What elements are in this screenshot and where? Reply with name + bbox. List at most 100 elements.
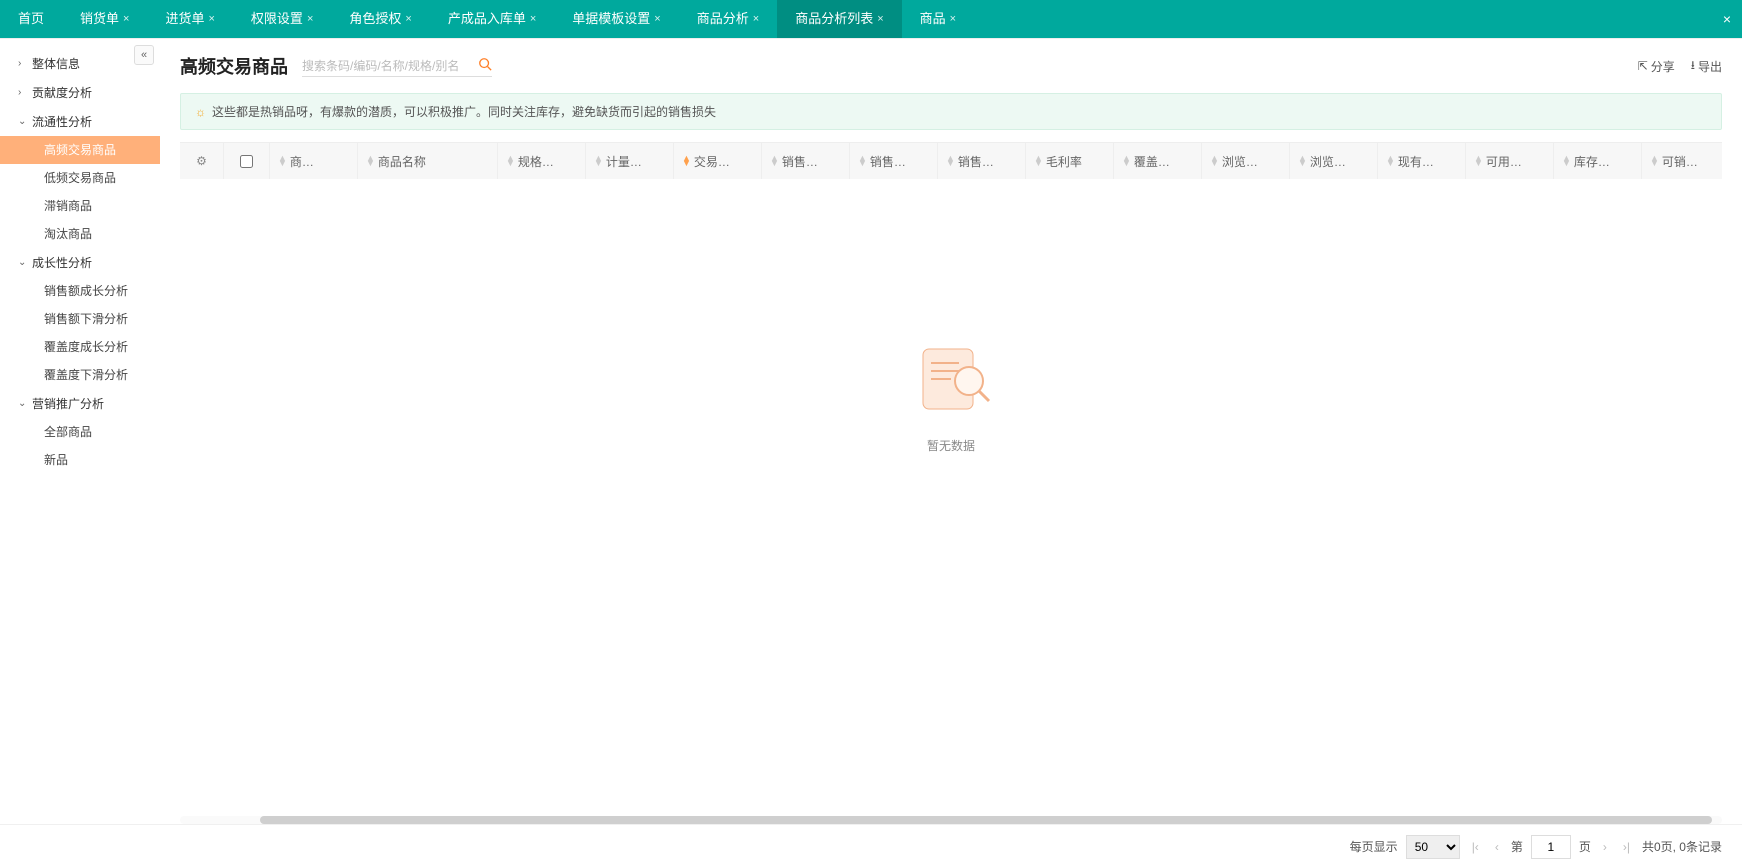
top-tab[interactable]: 权限设置×	[233, 0, 331, 38]
nav-item[interactable]: 淘汰商品	[0, 220, 160, 248]
nav-group-title[interactable]: ⌄流通性分析	[0, 107, 160, 136]
column-header[interactable]: ▲▼商品名称	[358, 143, 498, 179]
nav-item[interactable]: 销售额成长分析	[0, 277, 160, 305]
close-icon[interactable]: ×	[123, 0, 129, 38]
horizontal-scrollbar[interactable]	[180, 816, 1722, 824]
column-header[interactable]: ▲▼销售…	[938, 143, 1026, 179]
page-prev-button[interactable]: ‹	[1491, 840, 1503, 854]
nav-item[interactable]: 覆盖度下滑分析	[0, 361, 160, 389]
pagination-bar: 每页显示 50 |‹ ‹ 第 页 › ›| 共0页, 0条记录	[0, 824, 1742, 868]
sidebar-nav: « ›整体信息›贡献度分析⌄流通性分析高频交易商品低频交易商品滞销商品淘汰商品⌄…	[0, 39, 160, 824]
select-all-checkbox-cell	[224, 143, 270, 179]
column-label: 浏览…	[1310, 153, 1346, 170]
column-label: 毛利率	[1046, 153, 1082, 170]
tab-label: 商品分析列表	[795, 0, 873, 38]
share-label: 分享	[1651, 58, 1675, 75]
column-header[interactable]: ▲▼可销…	[1642, 143, 1722, 179]
column-label: 商…	[290, 153, 314, 170]
nav-group-label: 整体信息	[32, 55, 80, 72]
select-all-checkbox[interactable]	[240, 155, 253, 168]
bulb-icon: ☼	[195, 105, 206, 119]
sort-icon: ▲▼	[1122, 156, 1131, 166]
sort-icon: ▲▼	[1034, 156, 1043, 166]
close-icon[interactable]: ×	[950, 0, 956, 38]
column-label: 可销…	[1662, 153, 1698, 170]
search-icon[interactable]	[478, 57, 492, 74]
tab-label: 销货单	[80, 0, 119, 38]
sort-icon: ▲▼	[1562, 156, 1571, 166]
main-content: 高频交易商品 ⇱ 分享 ⭳ 导出	[160, 39, 1742, 824]
page-title: 高频交易商品	[180, 53, 288, 79]
close-icon[interactable]: ×	[208, 0, 214, 38]
top-tab[interactable]: 进货单×	[147, 0, 232, 38]
sort-icon: ▲▼	[506, 156, 515, 166]
page-first-button[interactable]: |‹	[1468, 840, 1483, 854]
column-header[interactable]: ▲▼规格…	[498, 143, 586, 179]
close-icon[interactable]: ×	[530, 0, 536, 38]
column-label: 商品名称	[378, 153, 426, 170]
tab-label: 商品	[920, 0, 946, 38]
close-icon[interactable]: ×	[753, 0, 759, 38]
top-tab[interactable]: 销货单×	[62, 0, 147, 38]
column-header[interactable]: ▲▼浏览…	[1202, 143, 1290, 179]
chevron-icon: ⌄	[18, 398, 28, 409]
nav-item[interactable]: 滞销商品	[0, 192, 160, 220]
top-tab[interactable]: 单据模板设置×	[554, 0, 678, 38]
column-header[interactable]: ▲▼商…	[270, 143, 358, 179]
column-header[interactable]: ▲▼毛利率	[1026, 143, 1114, 179]
per-page-select[interactable]: 50	[1406, 835, 1460, 859]
top-tab[interactable]: 首页	[0, 0, 62, 38]
tab-label: 角色授权	[349, 0, 401, 38]
page-last-button[interactable]: ›|	[1619, 840, 1634, 854]
chevron-icon: ›	[18, 87, 28, 98]
close-icon[interactable]: ×	[307, 0, 313, 38]
share-button[interactable]: ⇱ 分享	[1638, 56, 1675, 77]
column-label: 可用…	[1486, 153, 1522, 170]
tip-banner: ☼ 这些都是热销品呀，有爆款的潜质，可以积极推广。同时关注库存，避免缺货而引起的…	[180, 93, 1722, 130]
nav-group-label: 成长性分析	[32, 254, 92, 271]
column-label: 计量…	[606, 153, 642, 170]
empty-text: 暂无数据	[927, 437, 975, 454]
nav-group-title[interactable]: ⌄成长性分析	[0, 248, 160, 277]
nav-item[interactable]: 新品	[0, 446, 160, 474]
top-tab[interactable]: 商品分析列表×	[777, 0, 901, 38]
column-header[interactable]: ▲▼可用…	[1466, 143, 1554, 179]
column-settings-button[interactable]: ⚙	[180, 143, 224, 179]
column-header[interactable]: ▲▼销售…	[762, 143, 850, 179]
column-header[interactable]: ▲▼库存…	[1554, 143, 1642, 179]
nav-group-title[interactable]: ›贡献度分析	[0, 78, 160, 107]
table-header-row: ⚙ ▲▼商…▲▼商品名称▲▼规格…▲▼计量…▲▼交易…▲▼销售…▲▼销售…▲▼销…	[180, 143, 1722, 179]
nav-item[interactable]: 高频交易商品	[0, 136, 160, 164]
column-header[interactable]: ▲▼覆盖…	[1114, 143, 1202, 179]
column-header[interactable]: ▲▼计量…	[586, 143, 674, 179]
top-tab[interactable]: 商品分析×	[679, 0, 777, 38]
sort-icon: ▲▼	[682, 156, 691, 166]
column-header[interactable]: ▲▼现有…	[1378, 143, 1466, 179]
per-page-label: 每页显示	[1350, 838, 1398, 855]
close-icon[interactable]: ×	[877, 0, 883, 38]
sidebar-collapse-button[interactable]: «	[134, 45, 154, 65]
close-all-tabs-button[interactable]: ×	[1712, 0, 1742, 38]
page-input[interactable]	[1531, 835, 1571, 859]
table-container: ⚙ ▲▼商…▲▼商品名称▲▼规格…▲▼计量…▲▼交易…▲▼销售…▲▼销售…▲▼销…	[180, 142, 1722, 179]
close-icon[interactable]: ×	[654, 0, 660, 38]
search-input[interactable]	[302, 59, 472, 73]
nav-group-title[interactable]: ⌄营销推广分析	[0, 389, 160, 418]
column-label: 交易…	[694, 153, 730, 170]
export-button[interactable]: ⭳ 导出	[1691, 56, 1722, 77]
top-tab[interactable]: 商品×	[902, 0, 974, 38]
column-header[interactable]: ▲▼销售…	[850, 143, 938, 179]
close-icon[interactable]: ×	[405, 0, 411, 38]
export-label: 导出	[1698, 58, 1722, 75]
nav-item[interactable]: 销售额下滑分析	[0, 305, 160, 333]
sort-icon: ▲▼	[1650, 156, 1659, 166]
empty-illustration	[901, 329, 1001, 429]
column-header[interactable]: ▲▼浏览…	[1290, 143, 1378, 179]
nav-item[interactable]: 低频交易商品	[0, 164, 160, 192]
top-tab[interactable]: 产成品入库单×	[430, 0, 554, 38]
column-header[interactable]: ▲▼交易…	[674, 143, 762, 179]
page-next-button[interactable]: ›	[1599, 840, 1611, 854]
nav-item[interactable]: 覆盖度成长分析	[0, 333, 160, 361]
top-tab[interactable]: 角色授权×	[331, 0, 429, 38]
nav-item[interactable]: 全部商品	[0, 418, 160, 446]
